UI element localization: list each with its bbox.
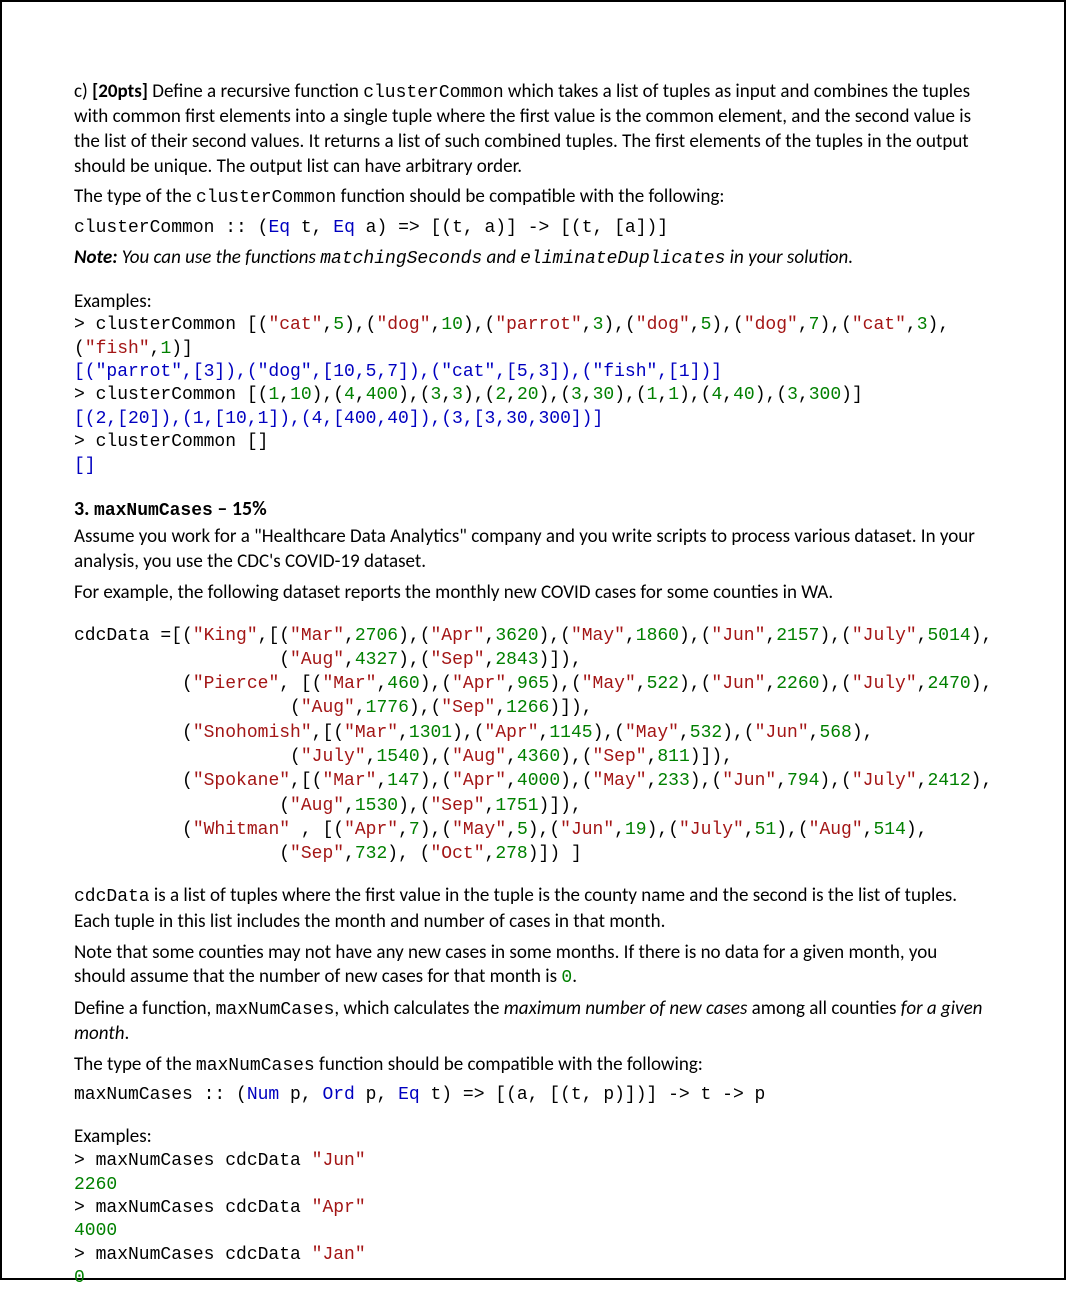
examples-label-2: Examples: — [74, 1125, 992, 1150]
part-c-note: Note: You can use the functions matching… — [74, 246, 992, 271]
cluster-ex3-output: [] — [74, 455, 992, 478]
max-ex3-output: 0 — [74, 1267, 992, 1290]
fn-clusterCommon: clusterCommon — [363, 83, 503, 103]
section-3-heading: 3. maxNumCases – 15% — [74, 496, 992, 523]
part-c-typeline: The type of the clusterCommon function s… — [74, 185, 992, 210]
cdcData-desc2: Note that some counties may not have any… — [74, 941, 992, 991]
maxNumCases-signature: maxNumCases :: (Num p, Ord p, Eq t) => [… — [74, 1084, 992, 1107]
maxNumCases-typeline: The type of the maxNumCases function sho… — [74, 1053, 992, 1078]
max-ex1-output: 2260 — [74, 1174, 992, 1197]
cdcData-desc1: cdcData is a list of tuples where the fi… — [74, 884, 992, 934]
document-page: c) [20pts] Define a recursive function c… — [0, 0, 1066, 1280]
part-c-points: [20pts] — [92, 80, 148, 103]
cluster-ex2-output: [(2,[20]),(1,[10,1]),(4,[400,40]),(3,[3,… — [74, 408, 992, 431]
max-ex1-input: > maxNumCases cdcData "Jun" — [74, 1150, 992, 1173]
part-c-label: c) — [74, 80, 88, 103]
part-c-prompt: c) [20pts] Define a recursive function c… — [74, 80, 992, 179]
max-ex3-input: > maxNumCases cdcData "Jan" — [74, 1244, 992, 1267]
sec3-intro2: For example, the following dataset repor… — [74, 581, 992, 606]
cluster-ex3-input: > clusterCommon [] — [74, 431, 992, 454]
examples-label: Examples: — [74, 290, 992, 315]
max-ex2-input: > maxNumCases cdcData "Apr" — [74, 1197, 992, 1220]
cluster-ex2-input: > clusterCommon [(1,10),(4,400),(3,3),(2… — [74, 384, 992, 407]
max-ex2-output: 4000 — [74, 1220, 992, 1243]
cluster-ex1-output: [("parrot",[3]),("dog",[10,5,7]),("cat",… — [74, 361, 992, 384]
cluster-ex1-input: > clusterCommon [("cat",5),("dog",10),("… — [74, 314, 992, 361]
define-maxNumCases: Define a function, maxNumCases, which ca… — [74, 997, 992, 1047]
part-c-intro1: Define a recursive function — [152, 80, 363, 103]
clusterCommon-signature: clusterCommon :: (Eq t, Eq a) => [(t, a)… — [74, 217, 992, 240]
sec3-intro1: Assume you work for a "Healthcare Data A… — [74, 525, 992, 574]
cdcData-code: cdcData =[("King",[("Mar",2706),("Apr",3… — [74, 624, 992, 867]
